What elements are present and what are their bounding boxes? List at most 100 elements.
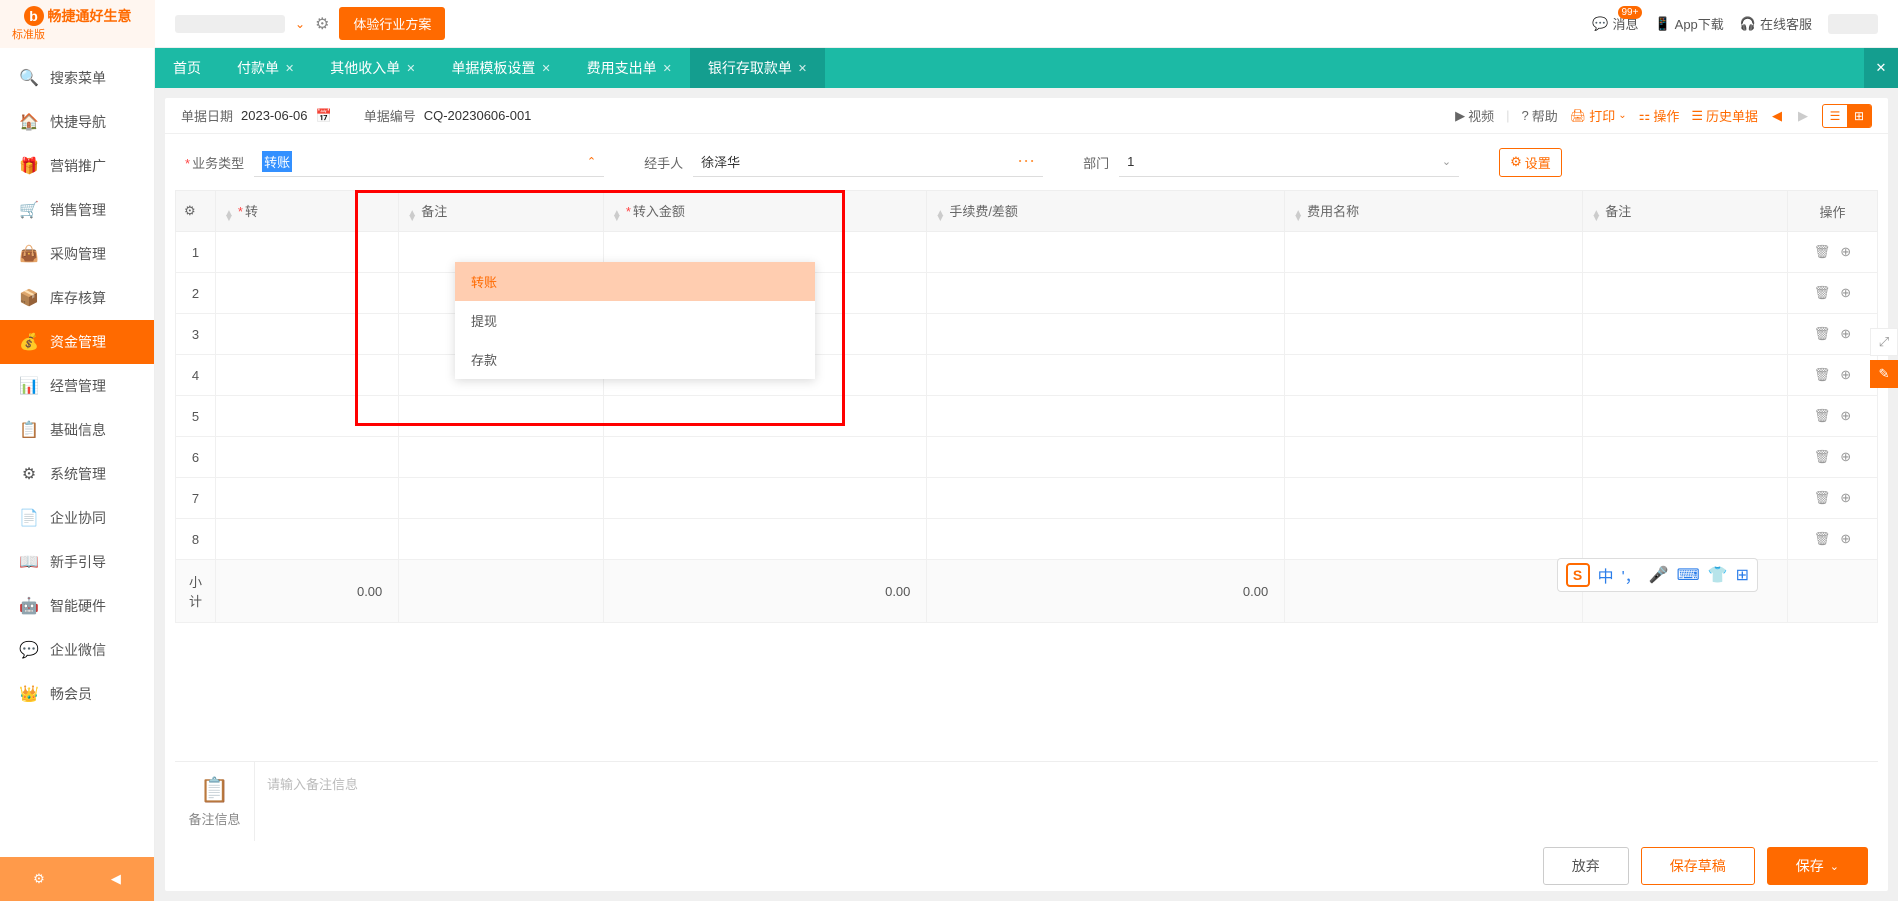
sidebar-item-4[interactable]: 👜采购管理: [0, 232, 154, 276]
close-icon[interactable]: ✕: [663, 62, 672, 75]
ime-mic-icon[interactable]: 🎤: [1649, 565, 1669, 585]
dropdown-option-0[interactable]: 转账: [455, 262, 815, 301]
delete-icon[interactable]: 🗑: [1814, 244, 1831, 260]
tab-4[interactable]: 费用支出单✕: [569, 48, 690, 88]
sidebar-item-10[interactable]: 📄企业协同: [0, 496, 154, 540]
table-cell[interactable]: [1583, 355, 1788, 396]
sort-icon[interactable]: ▲▼: [407, 211, 417, 221]
sort-icon[interactable]: ▲▼: [612, 211, 622, 221]
chevron-down-icon[interactable]: ⌄: [295, 17, 305, 31]
sidebar-item-2[interactable]: 🎁营销推广: [0, 144, 154, 188]
sidebar-item-5[interactable]: 📦库存核算: [0, 276, 154, 320]
print-link[interactable]: 🖨打印⌄: [1570, 106, 1627, 125]
ime-keyboard-icon[interactable]: ⌨: [1677, 565, 1700, 585]
table-row[interactable]: 4🗑⊕: [176, 355, 1878, 396]
remark-input[interactable]: [255, 762, 1878, 841]
sort-icon[interactable]: ▲▼: [1591, 211, 1601, 221]
sort-icon[interactable]: ▲▼: [224, 211, 234, 221]
table-cell[interactable]: [216, 355, 399, 396]
delete-icon[interactable]: 🗑: [1814, 531, 1831, 547]
sidebar-item-11[interactable]: 📖新手引导: [0, 540, 154, 584]
delete-icon[interactable]: 🗑: [1814, 490, 1831, 506]
column-header-2[interactable]: ▲▼*转入金额: [603, 191, 927, 232]
add-icon[interactable]: ⊕: [1840, 326, 1851, 342]
table-cell[interactable]: [1285, 273, 1583, 314]
table-cell[interactable]: [603, 519, 927, 560]
sidebar-item-7[interactable]: 📊经营管理: [0, 364, 154, 408]
table-cell[interactable]: [603, 437, 927, 478]
sidebar-item-12[interactable]: 🤖智能硬件: [0, 584, 154, 628]
ime-lang-icon[interactable]: 中: [1598, 563, 1614, 587]
add-icon[interactable]: ⊕: [1840, 408, 1851, 424]
sidebar-item-9[interactable]: ⚙系统管理: [0, 452, 154, 496]
ime-toolbar[interactable]: S 中 '， 🎤 ⌨ 👕 ⊞: [1557, 558, 1758, 592]
table-cell[interactable]: [1583, 273, 1788, 314]
float-expand-button[interactable]: ⤢: [1870, 328, 1898, 356]
collapse-icon[interactable]: ◀: [111, 871, 121, 887]
app-download-link[interactable]: 📱 App下载: [1654, 14, 1723, 33]
delete-icon[interactable]: 🗑: [1814, 367, 1831, 383]
online-support-link[interactable]: 🎧 在线客服: [1740, 14, 1812, 33]
column-header-1[interactable]: ▲▼备注: [399, 191, 604, 232]
settings-button[interactable]: ⚙ 设置: [1499, 148, 1562, 177]
table-cell[interactable]: [927, 232, 1285, 273]
sort-icon[interactable]: ▲▼: [1293, 211, 1303, 221]
column-header-3[interactable]: ▲▼手续费/差额: [927, 191, 1285, 232]
table-row[interactable]: 8🗑⊕: [176, 519, 1878, 560]
dept-input[interactable]: 1 ⌄: [1119, 147, 1459, 177]
table-cell[interactable]: [1285, 519, 1583, 560]
messages-link[interactable]: 💬 消息 99+: [1592, 14, 1638, 33]
column-header-4[interactable]: ▲▼费用名称: [1285, 191, 1583, 232]
table-cell[interactable]: [603, 396, 927, 437]
tab-5[interactable]: 银行存取款单✕: [690, 48, 825, 88]
ime-skin-icon[interactable]: 👕: [1708, 565, 1728, 585]
logo-area[interactable]: b 畅捷通好生意 标准版: [0, 0, 155, 48]
video-link[interactable]: ▶视频: [1455, 106, 1494, 125]
ime-punct-icon[interactable]: '，: [1622, 563, 1641, 587]
trial-button[interactable]: 体验行业方案: [339, 7, 445, 40]
close-icon[interactable]: ✕: [541, 62, 550, 75]
close-icon[interactable]: ✕: [798, 62, 807, 75]
float-feedback-button[interactable]: ✎: [1870, 360, 1898, 388]
table-cell[interactable]: [1285, 437, 1583, 478]
table-cell[interactable]: [1583, 396, 1788, 437]
table-cell[interactable]: [399, 396, 604, 437]
prev-doc-button[interactable]: ◀: [1770, 108, 1784, 124]
table-cell[interactable]: [927, 355, 1285, 396]
table-cell[interactable]: [1285, 396, 1583, 437]
table-cell[interactable]: [1285, 355, 1583, 396]
table-cell[interactable]: [399, 519, 604, 560]
tab-2[interactable]: 其他收入单✕: [312, 48, 433, 88]
help-link[interactable]: ?帮助: [1521, 106, 1557, 125]
biz-type-input[interactable]: 转账 ⌃: [254, 147, 604, 177]
column-header-5[interactable]: ▲▼备注: [1583, 191, 1788, 232]
tab-1[interactable]: 付款单✕: [219, 48, 312, 88]
ime-toolbox-icon[interactable]: ⊞: [1736, 565, 1749, 585]
add-icon[interactable]: ⊕: [1840, 490, 1851, 506]
table-cell[interactable]: [927, 478, 1285, 519]
table-cell[interactable]: [1583, 314, 1788, 355]
table-cell[interactable]: [1285, 478, 1583, 519]
table-row[interactable]: 7🗑⊕: [176, 478, 1878, 519]
sidebar-item-0[interactable]: 🔍搜索菜单: [0, 56, 154, 100]
calendar-icon[interactable]: 📅: [316, 108, 332, 124]
delete-icon[interactable]: 🗑: [1814, 326, 1831, 342]
table-cell[interactable]: [1583, 232, 1788, 273]
table-cell[interactable]: [216, 314, 399, 355]
table-cell[interactable]: [216, 519, 399, 560]
handler-input[interactable]: 徐泽华 ⋯: [693, 147, 1043, 177]
table-row[interactable]: 2🗑⊕: [176, 273, 1878, 314]
sidebar-item-14[interactable]: 👑畅会员: [0, 672, 154, 716]
table-cell[interactable]: [1285, 232, 1583, 273]
column-header-0[interactable]: ▲▼*转: [216, 191, 399, 232]
tab-0[interactable]: 首页: [155, 48, 219, 88]
view-list-button[interactable]: ☰: [1823, 105, 1847, 127]
add-icon[interactable]: ⊕: [1840, 531, 1851, 547]
sort-icon[interactable]: ▲▼: [935, 211, 945, 221]
table-cell[interactable]: [927, 273, 1285, 314]
table-row[interactable]: 3🗑⊕: [176, 314, 1878, 355]
user-avatar[interactable]: [1828, 14, 1878, 34]
close-icon[interactable]: ✕: [285, 62, 294, 75]
gear-icon[interactable]: ⚙: [315, 14, 329, 34]
sidebar-item-6[interactable]: 💰资金管理: [0, 320, 154, 364]
